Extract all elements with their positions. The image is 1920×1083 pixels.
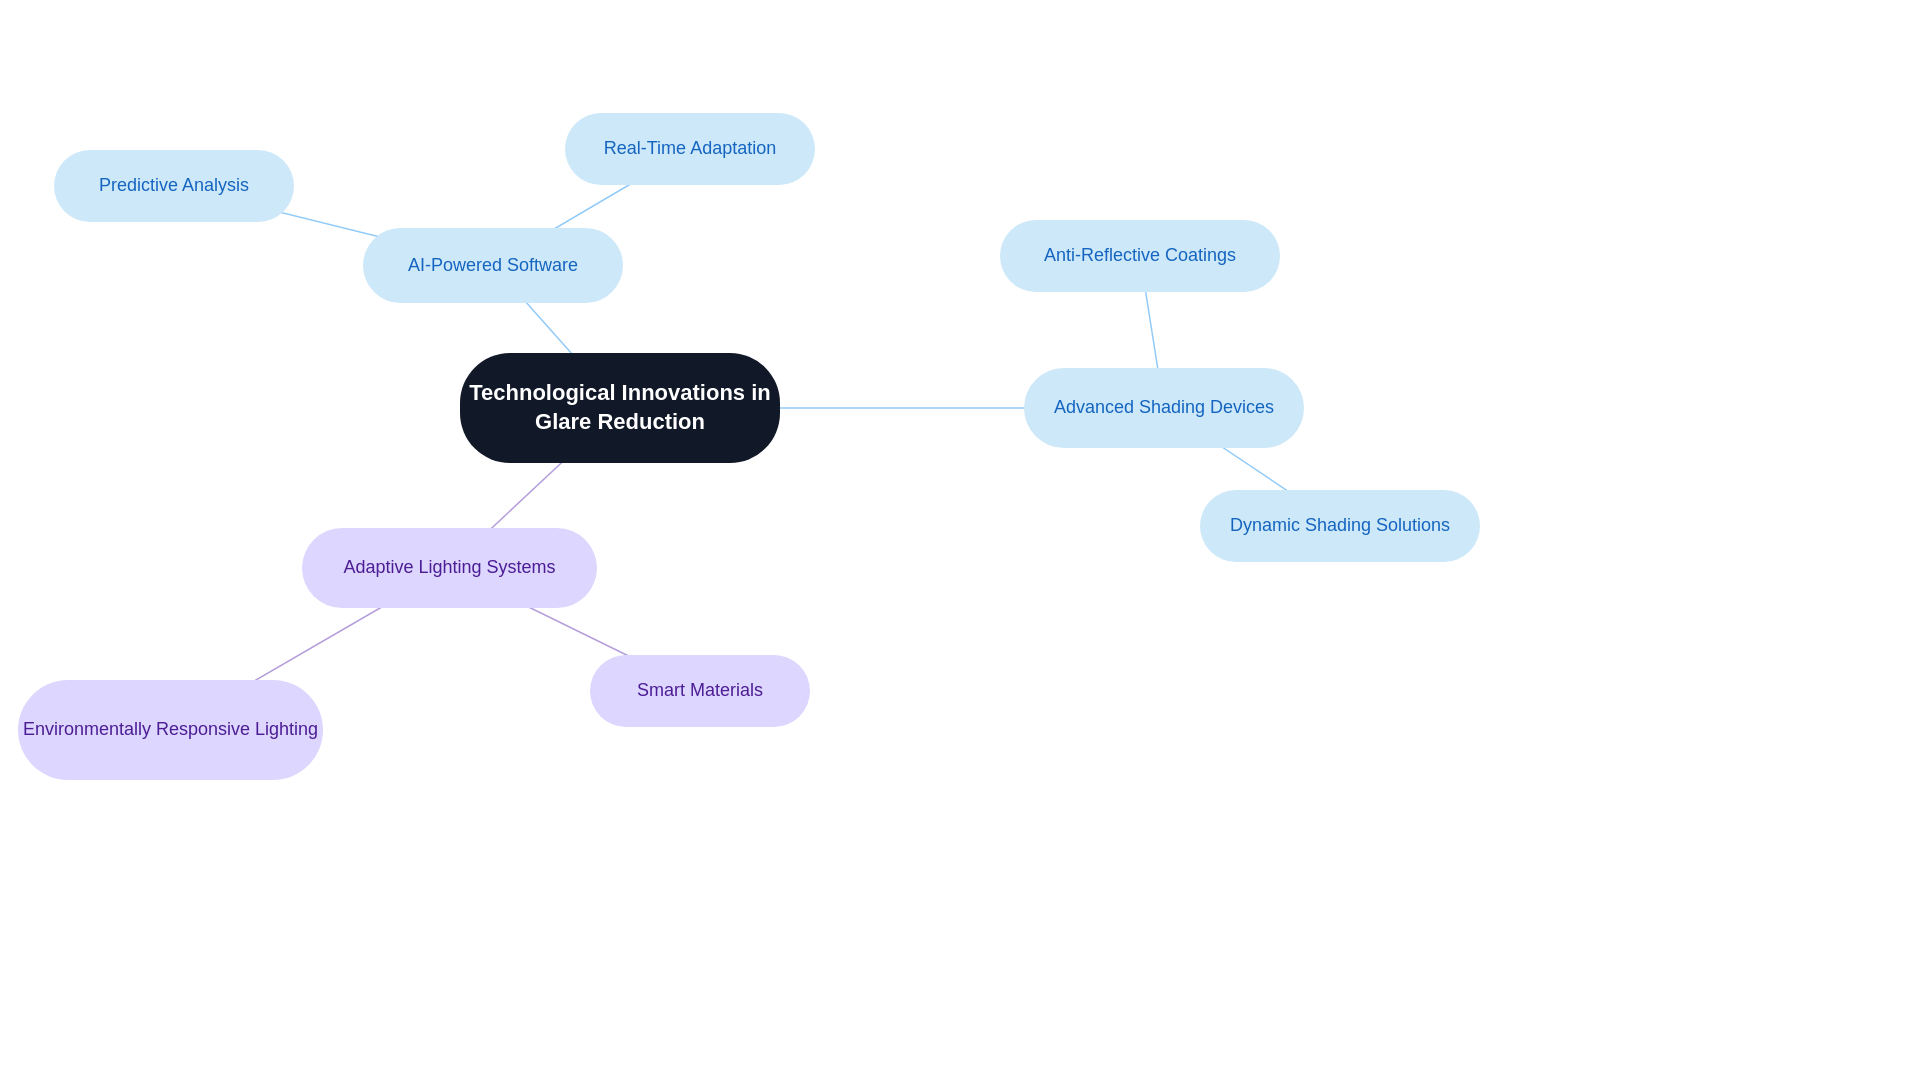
node-dynamic-shading-solutions: Dynamic Shading Solutions: [1200, 490, 1480, 562]
node-environmentally-responsive-lighting: Environmentally Responsive Lighting: [18, 680, 323, 780]
node-predictive-analysis: Predictive Analysis: [54, 150, 294, 222]
node-real-time-adaptation: Real-Time Adaptation: [565, 113, 815, 185]
node-anti-reflective-coatings: Anti-Reflective Coatings: [1000, 220, 1280, 292]
center-node: Technological Innovations in Glare Reduc…: [460, 353, 780, 463]
node-adaptive-lighting-systems: Adaptive Lighting Systems: [302, 528, 597, 608]
node-advanced-shading-devices: Advanced Shading Devices: [1024, 368, 1304, 448]
node-ai-powered-software: AI-Powered Software: [363, 228, 623, 303]
node-smart-materials: Smart Materials: [590, 655, 810, 727]
